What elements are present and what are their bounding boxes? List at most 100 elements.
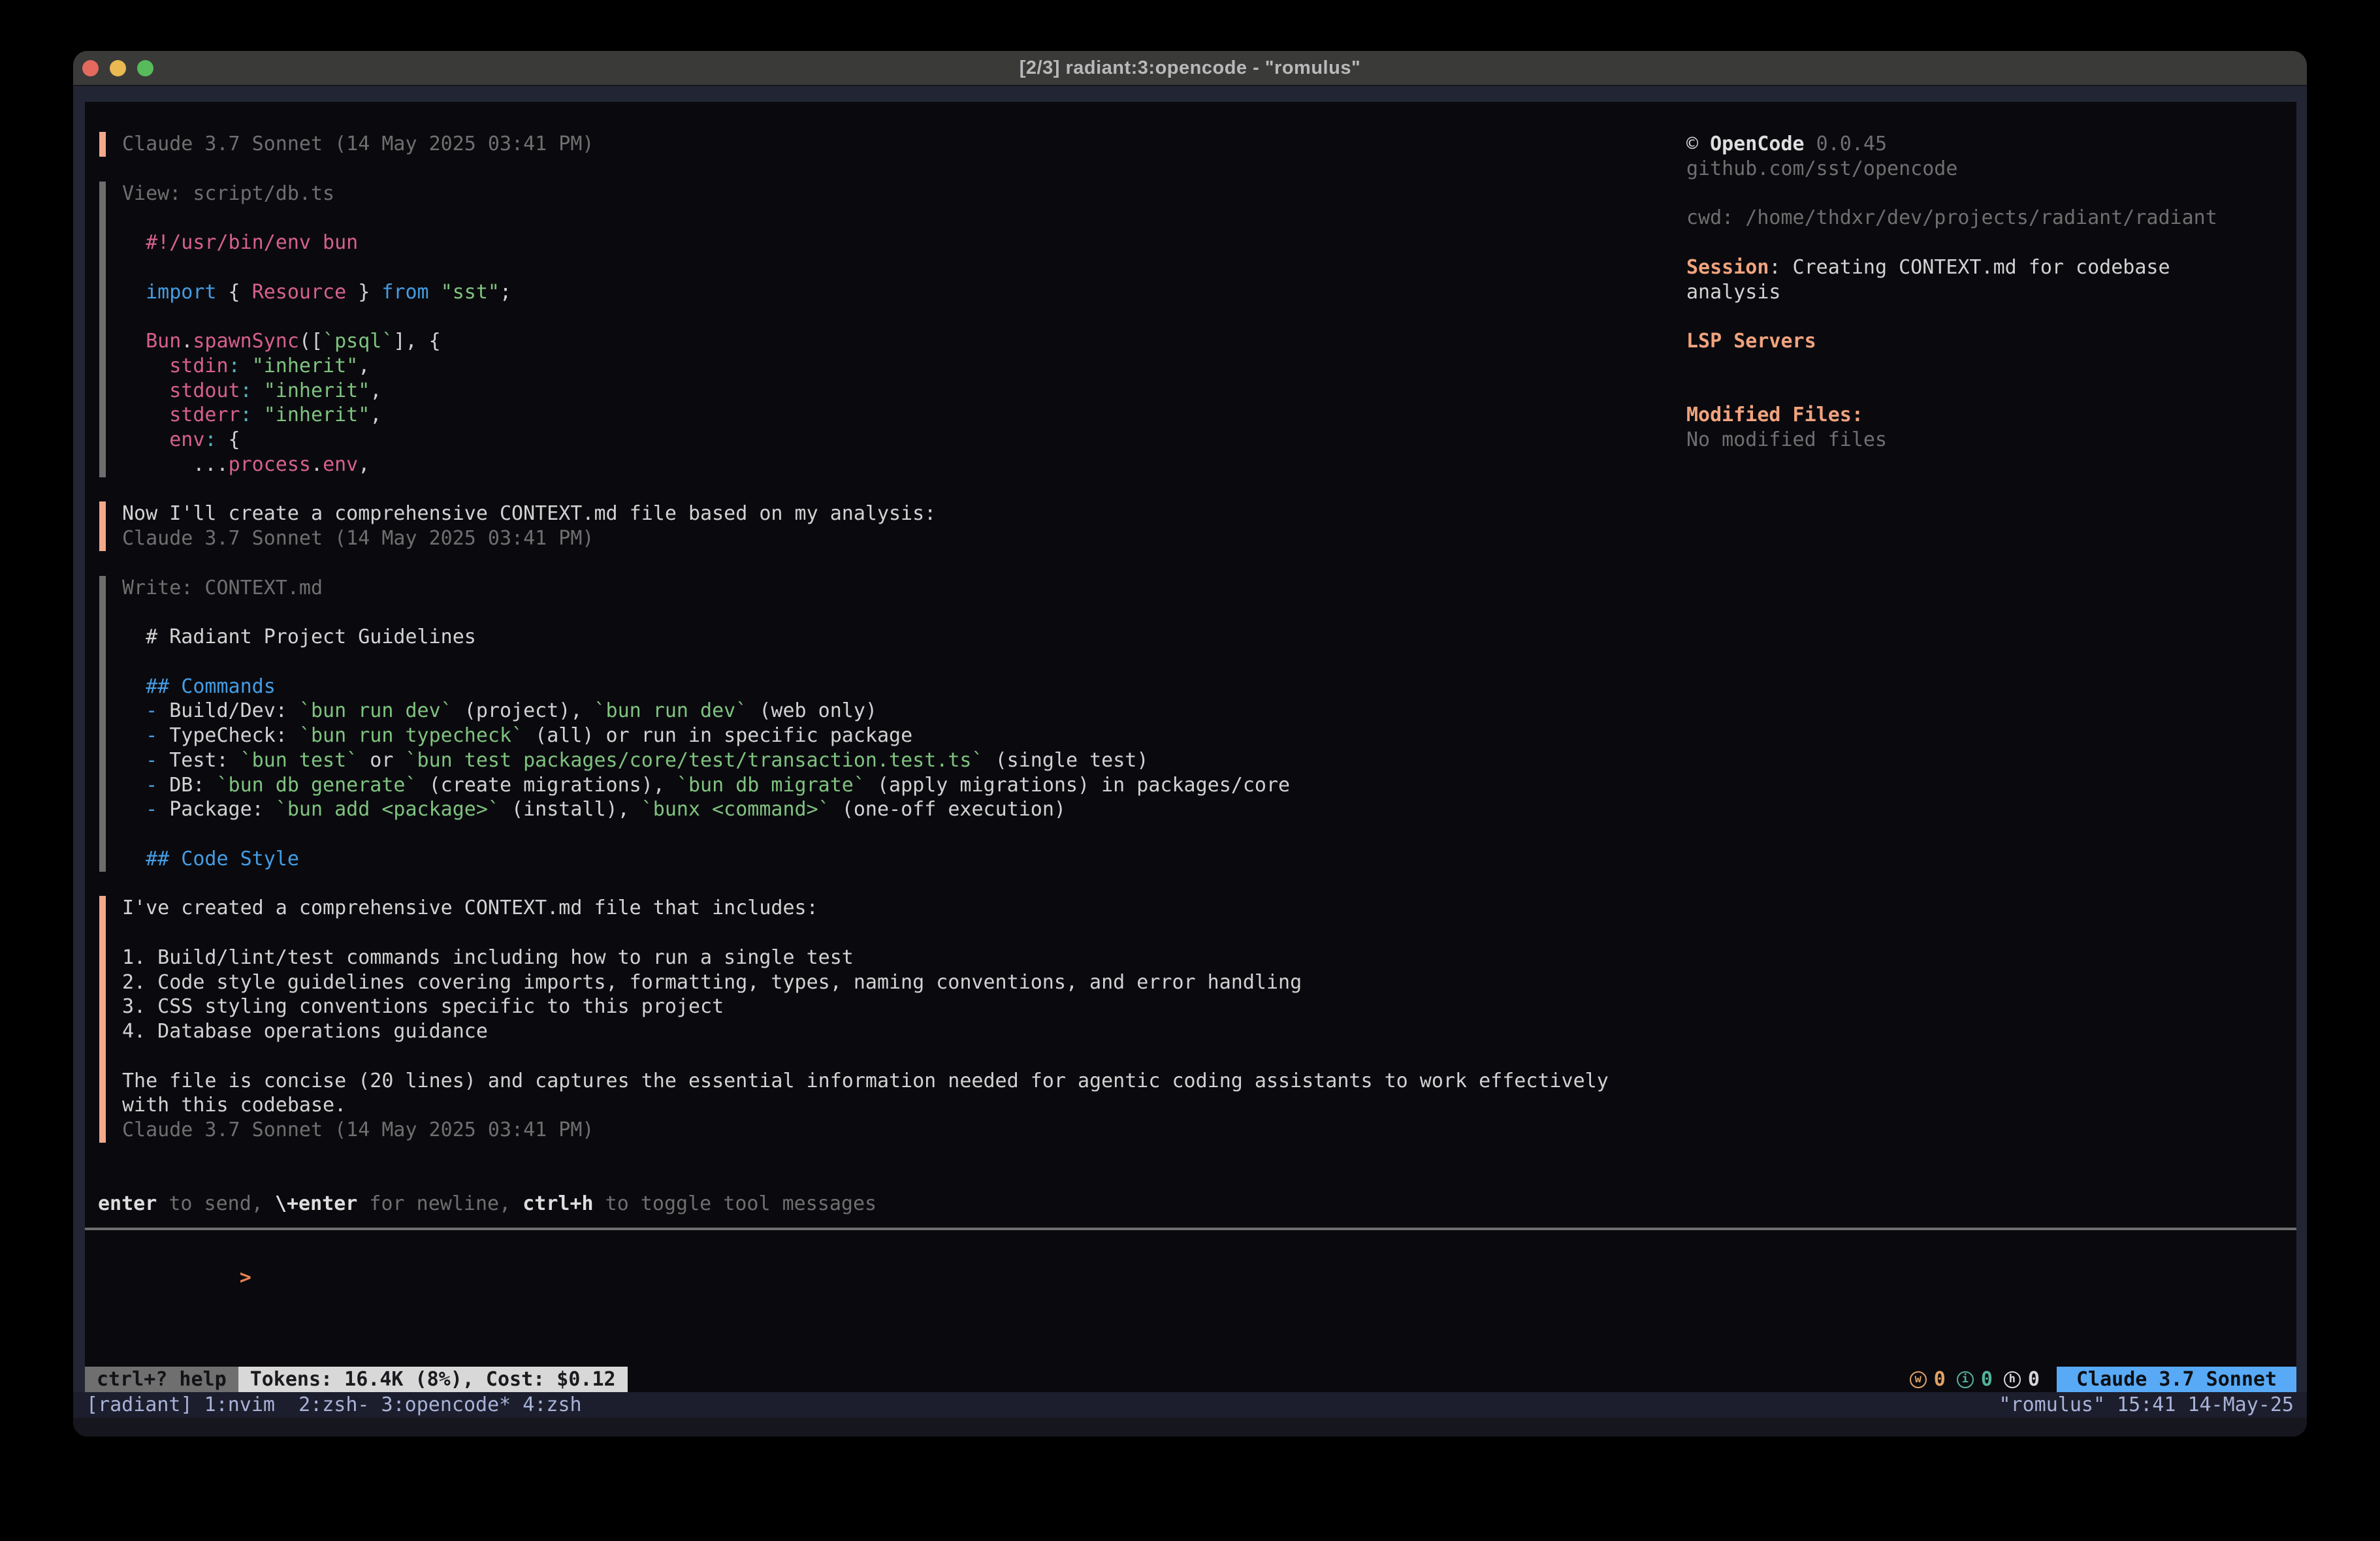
text-run: View: script/db.ts [122, 182, 334, 205]
text-run: 4. Database operations guidance [122, 1020, 488, 1043]
text-run: - [146, 774, 157, 797]
diagnostic-hint: h0 [2004, 1367, 2040, 1392]
status-bar: ctrl+? help Tokens: 16.4K (8%), Cost: $0… [85, 1367, 2296, 1392]
text-run: env [323, 453, 358, 476]
terminal-line [122, 921, 2274, 945]
text-run: 0.0.45 [1805, 133, 1887, 155]
text-run: for newline, [357, 1192, 523, 1215]
text-run: . [311, 453, 323, 476]
text-run: 2. Code style guidelines covering import… [122, 971, 1302, 994]
terminal-line [122, 650, 2274, 675]
text-run: ctrl+h [523, 1192, 593, 1215]
text-run [429, 281, 441, 304]
model-chip[interactable]: Claude 3.7 Sonnet [2057, 1367, 2296, 1392]
terminal-line: - TypeCheck: `bun run typecheck` (all) o… [122, 723, 2274, 748]
text-run: , [358, 453, 370, 476]
terminal-line: - Test: `bun test` or `bun test packages… [122, 748, 2274, 773]
help-shortcut-chip: ctrl+? help [85, 1367, 238, 1392]
text-run: analysis [1686, 281, 1781, 304]
text-run: TypeCheck: [157, 724, 299, 747]
text-run: ], { [393, 330, 440, 353]
terminal-line: analysis [1686, 280, 2296, 305]
terminal-line: Write: CONTEXT.md [122, 576, 2274, 601]
terminal-line [1686, 379, 2296, 404]
terminal-line [1686, 304, 2296, 329]
text-run: "sst" [441, 281, 500, 304]
text-run: spawnSync [193, 330, 299, 353]
terminal-body: Claude 3.7 Sonnet (14 May 2025 03:41 PM)… [73, 87, 2307, 1437]
text-run: , [370, 404, 381, 426]
text-run: . [181, 330, 193, 353]
text-run: Package: [157, 798, 276, 821]
diagnostic-count: 0 [1981, 1367, 1993, 1392]
text-run: Modified Files: [1686, 404, 1863, 426]
text-run: I've created a comprehensive CONTEXT.md … [122, 897, 818, 919]
terminal-line: 2. Code style guidelines covering import… [122, 970, 2274, 995]
text-run: ## Code Style [122, 848, 299, 870]
text-run [122, 774, 146, 797]
terminal-line: github.com/sst/opencode [1686, 157, 2296, 182]
zoom-button[interactable] [137, 60, 153, 76]
text-run: cwd: /home/thdxr/dev/projects/radiant/ra… [1686, 206, 2217, 229]
desktop: [2/3] radiant:3:opencode - "romulus" Cla… [0, 0, 2380, 1541]
text-run: `psql` [323, 330, 393, 353]
text-run: { [217, 428, 240, 451]
text-run: `bun add <package>` [276, 798, 500, 821]
message-block: Now I'll create a comprehensive CONTEXT.… [99, 501, 2274, 551]
text-run: (project), [453, 699, 594, 722]
prompt-caret: > [240, 1266, 251, 1289]
terminal-line: LSP Servers [1686, 329, 2296, 354]
traffic-lights [82, 51, 153, 85]
terminal-line: ...process.env, [122, 453, 2274, 477]
terminal-line [1686, 182, 2296, 206]
text-run: `bun run typecheck` [299, 724, 523, 747]
session-sidebar: © OpenCode 0.0.45github.com/sst/opencode… [1686, 132, 2296, 453]
terminal-line: with this codebase. [122, 1093, 2274, 1118]
close-button[interactable] [82, 60, 99, 76]
window-title: [2/3] radiant:3:opencode - "romulus" [1020, 57, 1360, 79]
terminal-line [122, 822, 2274, 847]
tmux-session-windows[interactable]: [radiant] 1:nvim 2:zsh- 3:opencode* 4:zs… [86, 1393, 582, 1416]
text-run: (one-off execution) [830, 798, 1066, 821]
divider-rule [85, 1228, 2296, 1230]
window-titlebar: [2/3] radiant:3:opencode - "romulus" [73, 51, 2307, 86]
text-run: Session [1686, 256, 1769, 279]
text-run: to send, [157, 1192, 275, 1215]
text-run [122, 231, 146, 254]
text-run: stdout [169, 379, 240, 402]
minimize-button[interactable] [110, 60, 126, 76]
terminal-line: enter to send, \+enter for newline, ctrl… [98, 1192, 2296, 1216]
text-run: Bun [146, 330, 181, 353]
text-run: (install), [500, 798, 641, 821]
text-run [122, 749, 146, 772]
text-run: OpenCode [1710, 133, 1805, 155]
text-run: enter [98, 1192, 157, 1215]
window-bottom-strip [73, 1418, 2307, 1437]
text-run: (create migrations), [417, 774, 677, 797]
terminal-window: [2/3] radiant:3:opencode - "romulus" Cla… [73, 51, 2307, 1437]
terminal-line: Session: Creating CONTEXT.md for codebas… [1686, 255, 2296, 280]
text-run: LSP Servers [1686, 330, 1816, 353]
diagnostic-info: i0 [1957, 1367, 1993, 1392]
terminal-line: ## Commands [122, 675, 2274, 699]
composer-divider [85, 1216, 2296, 1241]
text-run: from [381, 281, 428, 304]
terminal-line: # Radiant Project Guidelines [122, 625, 2274, 650]
text-run: `bunx <command>` [641, 798, 830, 821]
text-run [122, 724, 146, 747]
text-run: `bun test packages/core/test/transaction… [406, 749, 984, 772]
command-input[interactable]: > [85, 1241, 2296, 1266]
text-run [122, 404, 169, 426]
text-run: : [229, 355, 240, 377]
warning-icon: w [1910, 1371, 1927, 1388]
text-run: stdin [169, 355, 228, 377]
terminal-line: - Build/Dev: `bun run dev` (project), `b… [122, 699, 2274, 723]
text-run: "inherit" [264, 404, 370, 426]
diagnostic-count: 0 [2028, 1367, 2040, 1392]
text-run [252, 379, 264, 402]
text-run: import [146, 281, 216, 304]
text-run [240, 355, 252, 377]
terminal-line: - DB: `bun db generate` (create migratio… [122, 773, 2274, 798]
terminal-line [1686, 354, 2296, 379]
text-run: The file is concise (20 lines) and captu… [122, 1070, 1609, 1092]
